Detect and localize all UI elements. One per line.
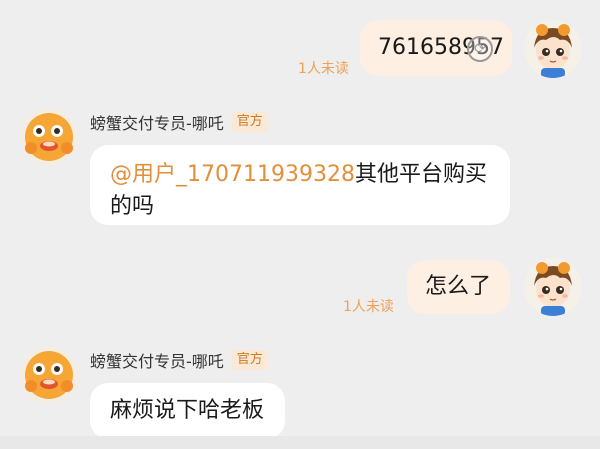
official-badge: 官方 bbox=[231, 112, 268, 132]
cartoon-boy-avatar[interactable] bbox=[524, 20, 582, 78]
crab-mascot-avatar[interactable] bbox=[20, 108, 78, 166]
cartoon-boy-avatar[interactable] bbox=[524, 258, 582, 316]
message-text: 麻烦说下哈老板 bbox=[110, 398, 265, 423]
message-text: 其他平台购买 bbox=[354, 162, 487, 187]
sender-name[interactable]: 螃蟹交付专员-哪吒 bbox=[90, 110, 224, 134]
official-badge: 官方 bbox=[231, 350, 268, 370]
user-mention[interactable]: @用户_170711939328 bbox=[110, 162, 355, 187]
loading-ring-icon: ⟳ bbox=[467, 36, 493, 62]
message-bubble[interactable]: @用户_170711939328其他平台购买 的吗 bbox=[90, 145, 510, 225]
crab-mascot-avatar[interactable] bbox=[20, 346, 78, 404]
message-bubble[interactable]: 麻烦说下哈老板 bbox=[90, 383, 285, 439]
unread-status: 1人未读 bbox=[298, 61, 349, 77]
chat-bottom-edge bbox=[0, 436, 600, 449]
sender-line: 螃蟹交付专员-哪吒 官方 bbox=[90, 348, 268, 372]
message-text-line: @用户_170711939328其他平台购买 bbox=[110, 159, 510, 191]
sender-name[interactable]: 螃蟹交付专员-哪吒 bbox=[90, 348, 224, 372]
message-text: 怎么了 bbox=[425, 274, 492, 299]
sender-line: 螃蟹交付专员-哪吒 官方 bbox=[90, 110, 268, 134]
unread-status: 1人未读 bbox=[343, 299, 394, 315]
message-bubble[interactable]: 怎么了 bbox=[407, 260, 510, 314]
message-text: 的吗 bbox=[110, 194, 155, 219]
message-text-line: 的吗 bbox=[110, 191, 510, 223]
